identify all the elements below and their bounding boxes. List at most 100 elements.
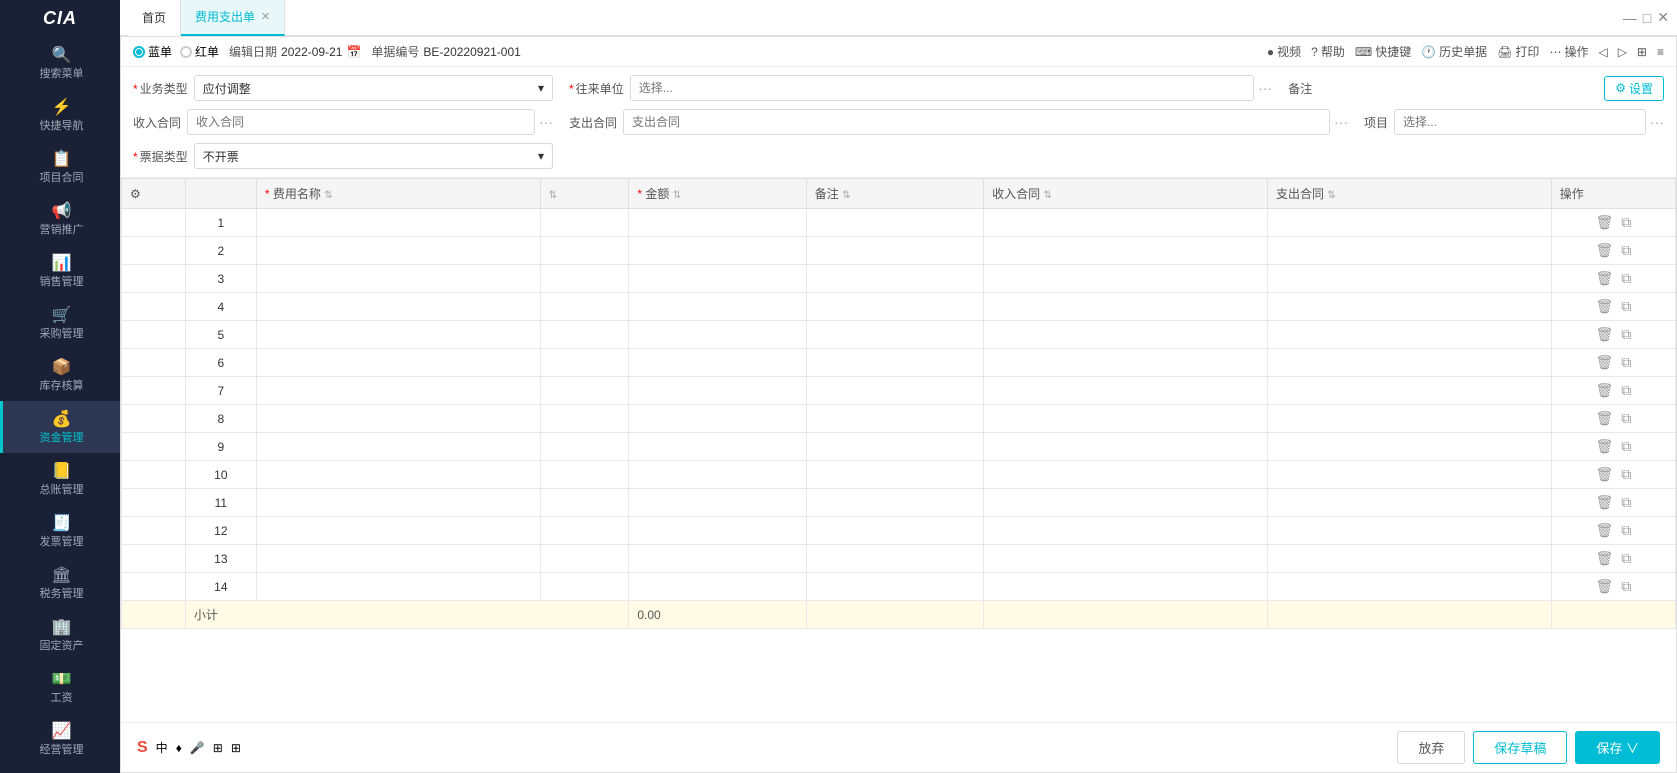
window-minimize-btn[interactable]: — xyxy=(1623,10,1637,26)
project-dots-btn[interactable]: ··· xyxy=(1650,114,1664,130)
grid-icon2[interactable]: ⊞ xyxy=(231,741,241,755)
td-note[interactable] xyxy=(806,433,983,461)
delete-icon[interactable]: 🗑 xyxy=(1595,438,1613,455)
tab-home[interactable]: 首页 xyxy=(128,0,181,36)
expand-right-btn[interactable]: ▷ xyxy=(1618,45,1627,59)
sidebar-item-operations[interactable]: 📈 经营管理 xyxy=(0,713,120,765)
td-amount[interactable] xyxy=(629,209,806,237)
td-expense-contract[interactable] xyxy=(1267,545,1551,573)
td-income-contract[interactable] xyxy=(984,265,1268,293)
copy-icon[interactable]: ⧉ xyxy=(1621,466,1631,483)
sidebar-item-purchase[interactable]: 🛒 采购管理 xyxy=(0,297,120,349)
copy-icon[interactable]: ⧉ xyxy=(1621,298,1631,315)
print-btn[interactable]: 🖨 打印 xyxy=(1497,43,1539,60)
td-expense-contract[interactable] xyxy=(1267,377,1551,405)
td-name[interactable] xyxy=(256,405,540,433)
save-button[interactable]: 保存 ∨ xyxy=(1575,731,1660,764)
td-name[interactable] xyxy=(256,321,540,349)
td-name[interactable] xyxy=(256,293,540,321)
td-amount[interactable] xyxy=(629,433,806,461)
td-name[interactable] xyxy=(256,461,540,489)
sidebar-item-marketing[interactable]: 📢 营销推广 xyxy=(0,193,120,245)
td-expense-contract[interactable] xyxy=(1267,517,1551,545)
sidebar-item-inventory[interactable]: 📦 库存核算 xyxy=(0,349,120,401)
sidebar-item-capital[interactable]: 💰 资金管理 xyxy=(0,401,120,453)
th-amount[interactable]: * 金额 ⇅ xyxy=(629,179,806,209)
chinese-icon[interactable]: 中 xyxy=(156,739,168,756)
td-income-contract[interactable] xyxy=(984,321,1268,349)
td-note[interactable] xyxy=(806,321,983,349)
td-note[interactable] xyxy=(806,517,983,545)
tab-close-icon[interactable]: ✕ xyxy=(261,10,270,23)
expense-contract-input[interactable] xyxy=(623,109,1330,135)
td-name[interactable] xyxy=(256,545,540,573)
th-name[interactable]: * 费用名称 ⇅ xyxy=(256,179,540,209)
radio-blue[interactable]: 蓝单 xyxy=(133,43,172,60)
sidebar-item-quick-nav[interactable]: ⚡ 快捷导航 xyxy=(0,89,120,141)
calendar-icon[interactable]: 📅 xyxy=(346,45,361,59)
save-draft-button[interactable]: 保存草稿 xyxy=(1473,731,1567,764)
sidebar-item-fixed-assets[interactable]: 🏢 固定资产 xyxy=(0,609,120,661)
set-button[interactable]: ⚙ 设置 xyxy=(1604,76,1664,101)
window-close-btn[interactable]: ✕ xyxy=(1657,9,1669,26)
td-note[interactable] xyxy=(806,349,983,377)
copy-icon[interactable]: ⧉ xyxy=(1621,242,1631,259)
td-expense-contract[interactable] xyxy=(1267,461,1551,489)
radio-red[interactable]: 红单 xyxy=(180,43,219,60)
sidebar-item-salary[interactable]: 💵 工资 xyxy=(0,661,120,713)
delete-icon[interactable]: 🗑 xyxy=(1595,494,1613,511)
sidebar-item-basic-info[interactable]: ℹ 基础信息 xyxy=(0,765,120,773)
td-name[interactable] xyxy=(256,489,540,517)
td-name[interactable] xyxy=(256,265,540,293)
td-income-contract[interactable] xyxy=(984,293,1268,321)
td-income-contract[interactable] xyxy=(984,573,1268,601)
td-note[interactable] xyxy=(806,377,983,405)
delete-icon[interactable]: 🗑 xyxy=(1595,382,1613,399)
td-name[interactable] xyxy=(256,377,540,405)
copy-icon[interactable]: ⧉ xyxy=(1621,522,1631,539)
copy-icon[interactable]: ⧉ xyxy=(1621,410,1631,427)
td-expense-contract[interactable] xyxy=(1267,237,1551,265)
delete-icon[interactable]: 🗑 xyxy=(1595,354,1613,371)
td-income-contract[interactable] xyxy=(984,545,1268,573)
td-income-contract[interactable] xyxy=(984,405,1268,433)
copy-icon[interactable]: ⧉ xyxy=(1621,438,1631,455)
copy-icon[interactable]: ⧉ xyxy=(1621,382,1631,399)
grid-icon1[interactable]: ⊞ xyxy=(213,741,223,755)
video-btn[interactable]: ● 视频 xyxy=(1267,43,1301,60)
td-name[interactable] xyxy=(256,433,540,461)
tab-expense[interactable]: 费用支出单 ✕ xyxy=(181,0,285,36)
td-expense-contract[interactable] xyxy=(1267,573,1551,601)
td-name[interactable] xyxy=(256,237,540,265)
td-amount[interactable] xyxy=(629,321,806,349)
td-note[interactable] xyxy=(806,237,983,265)
delete-icon[interactable]: 🗑 xyxy=(1595,522,1613,539)
th-expense-contract[interactable]: 支出合同 ⇅ xyxy=(1267,179,1551,209)
td-note[interactable] xyxy=(806,293,983,321)
copy-icon[interactable]: ⧉ xyxy=(1621,270,1631,287)
partner-dots-btn[interactable]: ··· xyxy=(1258,80,1272,96)
sidebar-item-tax[interactable]: 🏛 税务管理 xyxy=(0,557,120,609)
td-amount[interactable] xyxy=(629,237,806,265)
copy-icon[interactable]: ⧉ xyxy=(1621,578,1631,595)
td-amount[interactable] xyxy=(629,461,806,489)
sidebar-item-invoice[interactable]: 🧾 发票管理 xyxy=(0,505,120,557)
history-btn[interactable]: 🕐 历史单据 xyxy=(1421,43,1487,60)
td-amount[interactable] xyxy=(629,265,806,293)
td-income-contract[interactable] xyxy=(984,489,1268,517)
td-amount[interactable] xyxy=(629,349,806,377)
delete-icon[interactable]: 🗑 xyxy=(1595,466,1613,483)
td-amount[interactable] xyxy=(629,377,806,405)
td-income-contract[interactable] xyxy=(984,237,1268,265)
sidebar-item-project-contract[interactable]: 📋 项目合同 xyxy=(0,141,120,193)
td-amount[interactable] xyxy=(629,293,806,321)
td-income-contract[interactable] xyxy=(984,209,1268,237)
td-name[interactable] xyxy=(256,209,540,237)
td-expense-contract[interactable] xyxy=(1267,433,1551,461)
copy-icon[interactable]: ⧉ xyxy=(1621,550,1631,567)
td-note[interactable] xyxy=(806,489,983,517)
td-note[interactable] xyxy=(806,545,983,573)
invoice-type-select[interactable]: 不开票 ▾ xyxy=(194,143,553,169)
td-note[interactable] xyxy=(806,265,983,293)
td-income-contract[interactable] xyxy=(984,433,1268,461)
